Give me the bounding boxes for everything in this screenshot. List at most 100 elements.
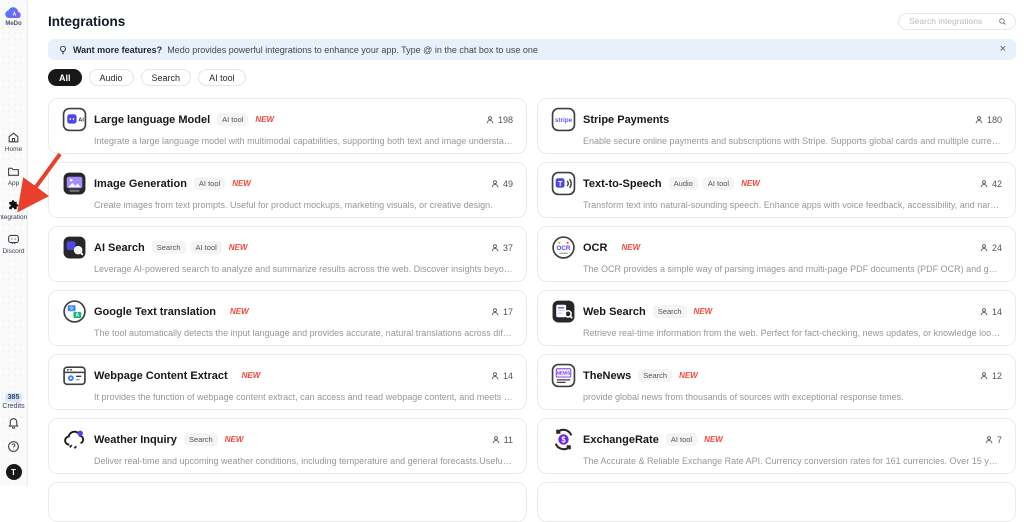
tag-badge: Search [151, 241, 186, 254]
sidebar-item-home[interactable]: Home [0, 131, 27, 153]
integration-card[interactable]: AI Large language Model AI tool NEW 198 … [48, 98, 527, 154]
users-icon [486, 115, 494, 123]
user-count: 11 [491, 435, 513, 445]
card-title: Text-to-Speech [583, 177, 662, 190]
tag-badge: AI tool [665, 433, 698, 446]
news-icon: NEWS [551, 363, 576, 388]
users-icon [985, 435, 993, 443]
integration-card-partial [537, 482, 1016, 522]
image-generation-icon [62, 171, 87, 196]
user-count: 37 [490, 243, 513, 253]
integration-card[interactable]: Image Generation AI tool NEW 49 Create i… [48, 162, 527, 218]
user-count: 14 [490, 371, 513, 381]
users-icon [491, 307, 499, 315]
user-count: 17 [490, 307, 513, 317]
integration-card[interactable]: stripe Stripe Payments 180 Enable secure… [537, 98, 1016, 154]
users-icon [980, 371, 988, 379]
llm-icon: AI [62, 107, 87, 132]
card-tags: Search [638, 369, 673, 382]
tag-badge: AI tool [217, 113, 249, 126]
sidebar-item-discord[interactable]: Discord [0, 233, 27, 255]
help-icon[interactable] [7, 440, 20, 458]
card-description: Integrate a large language model with mu… [94, 136, 513, 146]
card-tags: AI tool [217, 113, 249, 126]
user-count: 198 [485, 115, 513, 125]
integration-card[interactable]: Webpage Content Extract NEW 14 It provid… [48, 354, 527, 410]
search-icon [999, 17, 1006, 25]
card-description: The Accurate & Reliable Exchange Rate AP… [583, 456, 1002, 466]
main-content: Integrations Want more features? Medo pr… [28, 0, 1024, 522]
sidebar-item-integrations[interactable]: Integrations [0, 199, 27, 221]
new-badge: NEW [224, 435, 244, 444]
user-avatar[interactable]: T [5, 464, 22, 480]
weather-icon [62, 427, 87, 452]
filter-tab-all[interactable]: All [48, 69, 82, 86]
integration-card[interactable]: Web Search Search NEW 14 Retrieve real-t… [537, 290, 1016, 346]
user-count-value: 7 [996, 434, 1002, 445]
user-count: 180 [974, 115, 1002, 125]
credits-badge: 385 [4, 393, 23, 402]
tag-badge: AI tool [190, 241, 222, 254]
card-tags: Search [183, 433, 218, 446]
card-description: The OCR provides a simple way of parsing… [583, 264, 1002, 274]
user-count-value: 49 [502, 178, 513, 189]
integration-card-partial [48, 482, 527, 522]
integration-card[interactable]: NEWS TheNews Search NEW 12 provide globa… [537, 354, 1016, 410]
app-icon [7, 165, 20, 178]
new-badge: NEW [232, 179, 251, 188]
user-count: 49 [490, 179, 513, 189]
integration-card[interactable]: OCR OCR NEW 24 The OCR provides a simple… [537, 226, 1016, 282]
users-icon [975, 115, 983, 123]
lightbulb-icon [60, 45, 66, 54]
new-badge: NEW [621, 243, 641, 252]
home-icon [7, 131, 20, 144]
tag-badge: Search [652, 305, 687, 318]
users-icon [980, 179, 988, 187]
filter-tab-ai-tool[interactable]: AI tool [198, 69, 246, 86]
user-count-value: 11 [503, 434, 513, 445]
user-count-value: 198 [497, 114, 513, 125]
svg-text:stripe: stripe [555, 117, 573, 124]
new-badge: NEW [679, 371, 698, 380]
filter-tab-search[interactable]: Search [140, 69, 192, 86]
integration-card[interactable]: $ ExchangeRate AI tool NEW 7 The Accurat… [537, 418, 1016, 474]
banner-close-icon[interactable]: × [1000, 44, 1006, 55]
user-count-value: 12 [991, 370, 1002, 381]
svg-text:T: T [558, 179, 563, 188]
integration-card[interactable]: Weather Inquiry Search NEW 11 Deliver re… [48, 418, 527, 474]
integration-card[interactable]: 文A Google Text translation NEW 17 The to… [48, 290, 527, 346]
user-count-value: 14 [991, 306, 1002, 317]
card-tags: AI tool [665, 433, 698, 446]
integration-card[interactable]: T Text-to-Speech Audio AI tool NEW 42 Tra… [537, 162, 1016, 218]
user-count: 14 [979, 307, 1002, 317]
card-title: AI Search [94, 241, 145, 254]
card-title: Large language Model [94, 113, 211, 126]
user-count: 7 [984, 435, 1002, 445]
integrations-icon [7, 199, 20, 212]
user-count-value: 17 [502, 306, 513, 317]
card-description: Create images from text prompts. Useful … [94, 200, 493, 210]
card-title: Image Generation [94, 177, 187, 190]
card-tags: AI tool [193, 177, 226, 190]
card-description: provide global news from thousands of so… [583, 392, 904, 402]
search-box[interactable] [898, 12, 1016, 30]
logo-label: MeDo [5, 21, 22, 27]
new-badge: NEW [693, 307, 713, 316]
integration-card[interactable]: AI Search Search AI tool NEW 37 Leverage … [48, 226, 527, 282]
filter-tab-audio[interactable]: Audio [88, 69, 134, 86]
card-title: Weather Inquiry [94, 433, 177, 446]
card-description: Transform text into natural-sounding spe… [583, 200, 1002, 210]
page-header: Integrations [48, 10, 1016, 32]
sidebar-item-app[interactable]: App [0, 165, 27, 187]
tag-badge: Audio [668, 177, 698, 190]
notifications-bell-icon[interactable] [7, 416, 20, 434]
users-icon [980, 243, 988, 251]
app-logo: MeDo [4, 6, 24, 27]
users-icon [491, 243, 499, 251]
search-input[interactable] [907, 15, 994, 27]
card-tags: Audio AI tool [668, 177, 735, 190]
svg-text:NEWS: NEWS [557, 371, 571, 376]
new-badge: NEW [255, 115, 275, 124]
card-title: OCR [583, 241, 608, 254]
tag-badge: Search [638, 369, 673, 382]
